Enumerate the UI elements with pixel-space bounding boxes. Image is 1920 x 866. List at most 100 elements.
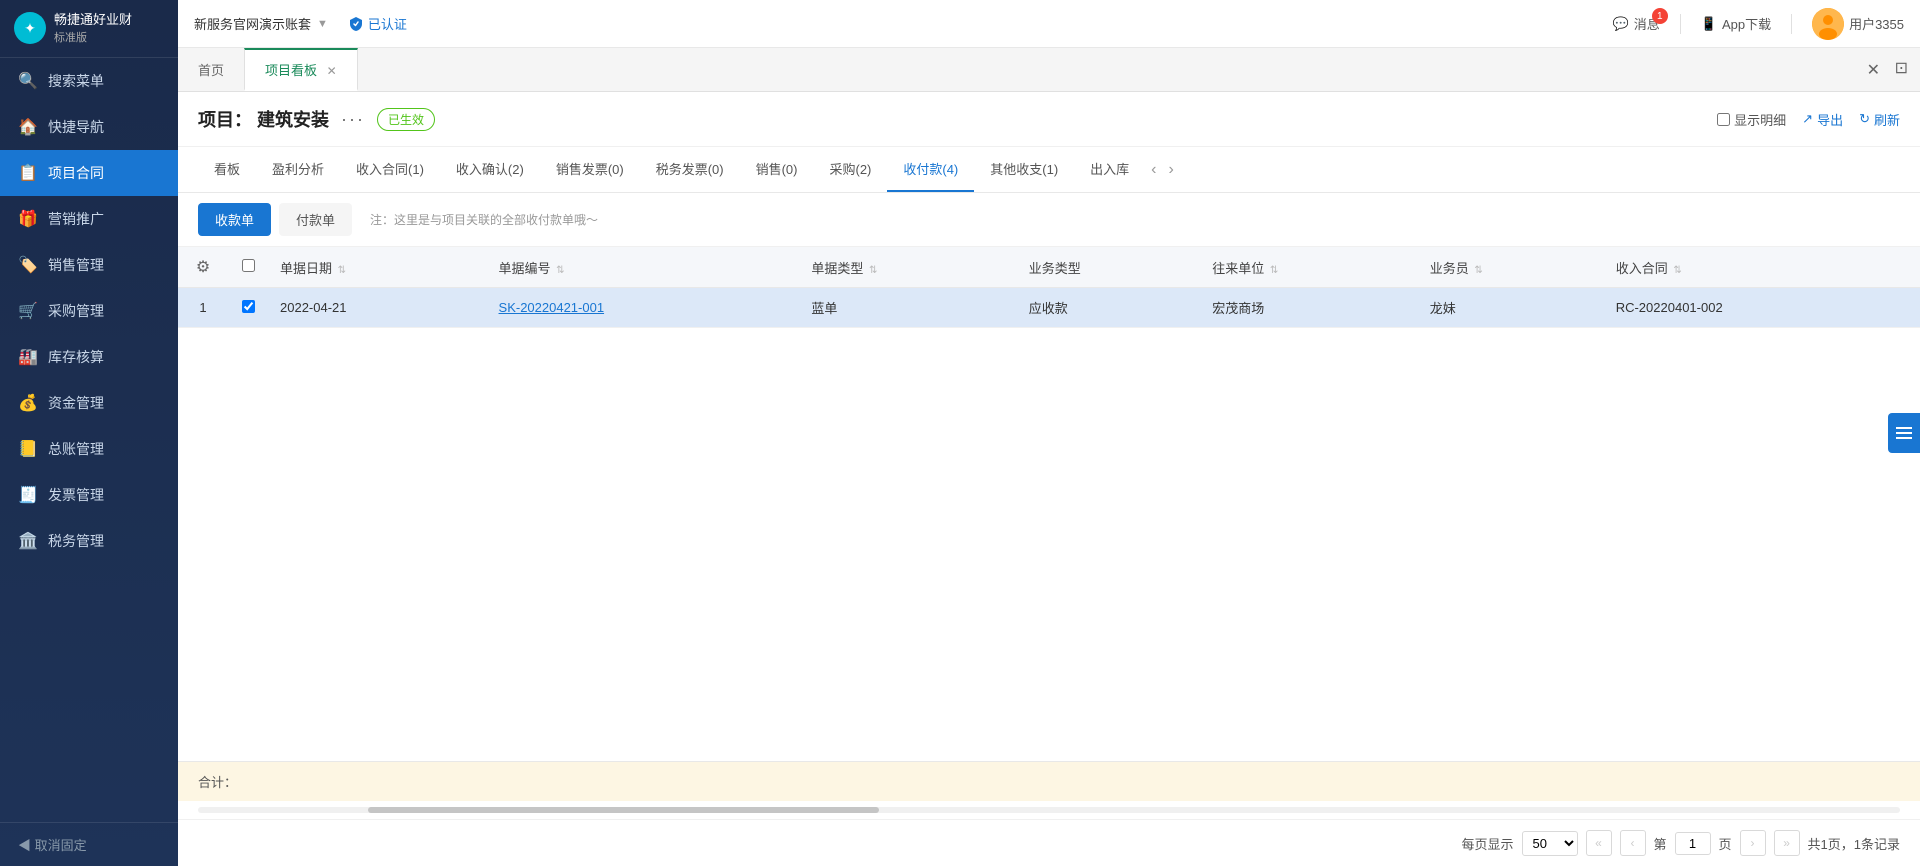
clipboard-icon: 📋 <box>18 163 38 183</box>
per-page-label: 每页显示 <box>1461 834 1513 853</box>
col-number[interactable]: 单据编号 ⇅ <box>487 247 800 288</box>
sidebar-item-label: 销售管理 <box>48 255 104 275</box>
sidebar-item-ledger[interactable]: 📒 总账管理 <box>0 426 178 472</box>
refresh-button[interactable]: ↻ 刷新 <box>1859 110 1900 129</box>
sidebar-unpin-button[interactable]: ◀ 取消固定 <box>0 822 178 866</box>
account-name: 新服务官网演示账套 <box>194 14 311 33</box>
show-detail-checkbox[interactable]: 显示明细 <box>1717 110 1786 129</box>
sidebar-item-tax[interactable]: 🏛️ 税务管理 <box>0 518 178 564</box>
nav-tab-kanban[interactable]: 看板 <box>198 147 256 192</box>
row-date: 2022-04-21 <box>268 288 487 328</box>
project-status-badge: 已生效 <box>377 108 435 131</box>
export-button[interactable]: ↗ 导出 <box>1802 110 1843 129</box>
expand-icon[interactable]: ⊡ <box>1895 58 1908 78</box>
nav-tab-kanban-label: 看板 <box>214 162 240 177</box>
col-partner[interactable]: 往来单位 ⇅ <box>1200 247 1417 288</box>
nav-tab-sales-invoice[interactable]: 销售发票(0) <box>540 147 640 192</box>
per-page-select[interactable]: 50 100 200 <box>1522 831 1578 856</box>
prev-page-button[interactable]: ‹ <box>1620 830 1646 856</box>
tabbar: 首页 项目看板 ✕ ✕ ⊡ <box>178 48 1920 92</box>
row-salesperson: 龙妹 <box>1418 288 1604 328</box>
sort-icon-date: ⇅ <box>338 265 346 276</box>
nav-next-arrow[interactable]: › <box>1163 153 1180 187</box>
sub-tab-receipt[interactable]: 收款单 <box>198 203 271 236</box>
nav-tab-profit-label: 盈利分析 <box>272 162 324 177</box>
table-row: 1 2022-04-21 SK-20220421-001 蓝单 应收款 宏茂商场… <box>178 288 1920 328</box>
nav-tab-profit[interactable]: 盈利分析 <box>256 147 340 192</box>
account-selector[interactable]: 新服务官网演示账套 ▼ <box>194 14 328 33</box>
select-all-checkbox[interactable] <box>242 259 255 272</box>
message-icon: 💬 <box>1613 16 1629 32</box>
nav-tab-sales[interactable]: 销售(0) <box>740 147 814 192</box>
project-header: 项目： 建筑安装 ··· 已生效 显示明细 ↗ 导出 ↻ 刷新 <box>178 92 1920 147</box>
project-prefix: 项目： <box>198 110 252 130</box>
col-income-contract[interactable]: 收入合同 ⇅ <box>1604 247 1920 288</box>
row-number-link[interactable]: SK-20220421-001 <box>499 300 605 315</box>
app-logo: ✦ <box>14 12 46 44</box>
messages-button[interactable]: 💬 消息 1 <box>1613 14 1660 33</box>
tab-close-icon[interactable]: ✕ <box>327 64 337 78</box>
nav-tab-other-income-label: 其他收支(1) <box>990 162 1058 177</box>
close-all-icon[interactable]: ✕ <box>1867 60 1880 80</box>
sidebar-header: ✦ 畅捷通好业财 标准版 <box>0 0 178 58</box>
nav-tab-warehouse[interactable]: 出入库 <box>1074 147 1145 192</box>
row-checkbox[interactable] <box>242 300 255 313</box>
tab-home[interactable]: 首页 <box>178 50 244 91</box>
col-gear[interactable]: ⚙ <box>178 247 228 288</box>
col-checkbox <box>228 247 268 288</box>
next-page-button[interactable]: › <box>1740 830 1766 856</box>
pagination: 每页显示 50 100 200 « ‹ 第 页 › » 共1页，1条记录 <box>178 819 1920 866</box>
scroll-thumb[interactable] <box>368 807 879 813</box>
sidebar-item-purchase[interactable]: 🛒 采购管理 <box>0 288 178 334</box>
col-salesperson[interactable]: 业务员 ⇅ <box>1418 247 1604 288</box>
topbar: 新服务官网演示账套 ▼ 已认证 💬 消息 1 📱 App下载 用户 <box>178 0 1920 48</box>
col-date[interactable]: 单据日期 ⇅ <box>268 247 487 288</box>
row-biz-type: 应收款 <box>1017 288 1201 328</box>
sidebar-item-project-contract[interactable]: 📋 项目合同 <box>0 150 178 196</box>
nav-tab-tax-invoice[interactable]: 税务发票(0) <box>640 147 740 192</box>
page-number-input[interactable] <box>1675 832 1711 855</box>
sidebar-item-sales[interactable]: 🏷️ 销售管理 <box>0 242 178 288</box>
nav-tab-receipts-label: 收付款(4) <box>903 162 958 177</box>
float-action-button[interactable] <box>1888 413 1920 453</box>
project-more-button[interactable]: ··· <box>341 109 365 130</box>
nav-prev-arrow[interactable]: ‹ <box>1145 153 1162 187</box>
settings-icon[interactable]: ⚙ <box>196 259 210 276</box>
sidebar-item-label: 快捷导航 <box>48 117 104 137</box>
float-action-icon <box>1894 423 1914 443</box>
sidebar-item-fund[interactable]: 💰 资金管理 <box>0 380 178 426</box>
sub-tab-payment[interactable]: 付款单 <box>279 203 352 236</box>
col-type-label: 单据类型 <box>811 261 863 276</box>
topbar-right: 💬 消息 1 📱 App下载 用户3355 <box>1613 8 1904 40</box>
sub-tabs: 收款单 付款单 注：这里是与项目关联的全部收付款单哦～ <box>178 193 1920 247</box>
account-dropdown-icon: ▼ <box>317 18 328 30</box>
nav-tab-other-income[interactable]: 其他收支(1) <box>974 147 1074 192</box>
sidebar-item-quick-nav[interactable]: 🏠 快捷导航 <box>0 104 178 150</box>
row-index: 1 <box>178 288 228 328</box>
nav-tab-receipts[interactable]: 收付款(4) <box>887 147 974 192</box>
last-page-button[interactable]: » <box>1774 830 1800 856</box>
nav-tab-income-contract[interactable]: 收入合同(1) <box>340 147 440 192</box>
sidebar-item-invoice[interactable]: 🧾 发票管理 <box>0 472 178 518</box>
nav-tab-purchase[interactable]: 采购(2) <box>813 147 887 192</box>
first-page-button[interactable]: « <box>1586 830 1612 856</box>
sort-icon-income-contract: ⇅ <box>1673 265 1681 276</box>
show-detail-input[interactable] <box>1717 113 1730 126</box>
sidebar-item-marketing[interactable]: 🎁 营销推广 <box>0 196 178 242</box>
sort-icon-number: ⇅ <box>556 265 564 276</box>
nav-tab-sales-invoice-label: 销售发票(0) <box>556 162 624 177</box>
row-number[interactable]: SK-20220421-001 <box>487 288 800 328</box>
sub-tab-payment-label: 付款单 <box>296 213 335 228</box>
tab-project-board[interactable]: 项目看板 ✕ <box>244 48 358 91</box>
sidebar-item-search[interactable]: 🔍 搜索菜单 <box>0 58 178 104</box>
user-profile-button[interactable]: 用户3355 <box>1812 8 1904 40</box>
app-download-button[interactable]: 📱 App下载 <box>1701 14 1771 33</box>
nav-tab-income-confirm[interactable]: 收入确认(2) <box>440 147 540 192</box>
col-type[interactable]: 单据类型 ⇅ <box>799 247 1016 288</box>
row-income-contract: RC-20220401-002 <box>1604 288 1920 328</box>
sidebar-item-inventory[interactable]: 🏭 库存核算 <box>0 334 178 380</box>
export-label: 导出 <box>1817 110 1843 129</box>
show-detail-label: 显示明细 <box>1734 110 1786 129</box>
col-partner-label: 往来单位 <box>1212 261 1264 276</box>
sidebar: ✦ 畅捷通好业财 标准版 🔍 搜索菜单 🏠 快捷导航 📋 项目合同 🎁 营销推广… <box>0 0 178 866</box>
